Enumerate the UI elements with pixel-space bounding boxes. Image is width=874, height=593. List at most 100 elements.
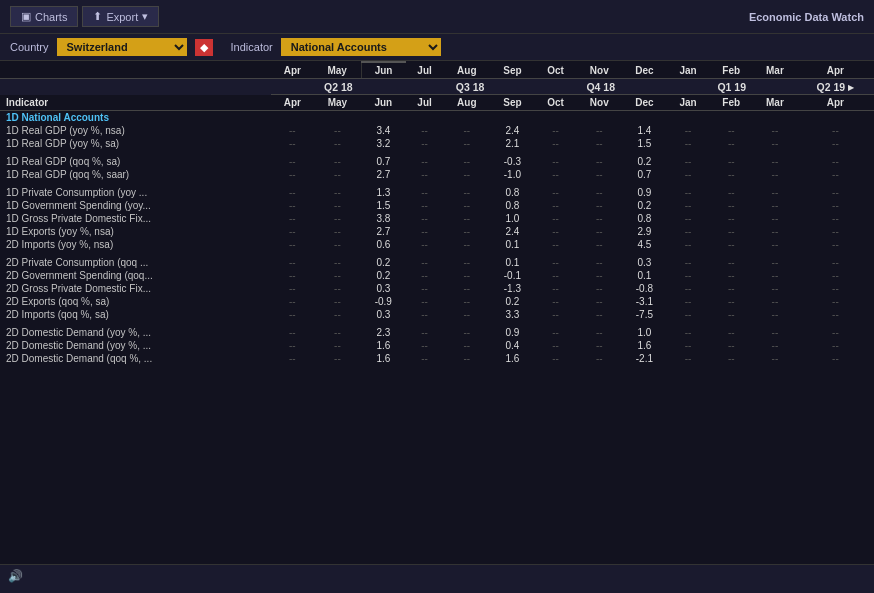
data-cell: 0.2 [622, 199, 667, 212]
feb-q1-header: Feb [709, 62, 753, 79]
data-cell: 3.2 [361, 137, 406, 150]
data-cell: -- [444, 212, 491, 225]
data-cell: -- [797, 282, 874, 295]
data-cell: 0.3 [361, 308, 406, 321]
table-row: 1D Real GDP (yoy %, sa)----3.2----2.1---… [0, 137, 874, 150]
export-icon: ⬆ [93, 10, 102, 23]
data-cell: -- [406, 282, 444, 295]
data-cell: -- [535, 212, 577, 225]
sep-th: Sep [490, 95, 535, 111]
data-cell: -- [667, 339, 710, 352]
data-cell: 0.6 [361, 238, 406, 251]
data-cell: -- [753, 124, 797, 137]
data-table-container: Apr May Q2 18Jun Jul Aug Sep Oct Nov Dec… [0, 61, 874, 564]
data-cell: -- [444, 238, 491, 251]
may-q2-header: May [314, 62, 361, 79]
indicator-label: Indicator [231, 41, 273, 53]
indicator-dropdown[interactable]: National Accounts [281, 38, 441, 56]
table-row: 1D Exports (yoy %, nsa)----2.7----2.4---… [0, 225, 874, 238]
data-cell: -- [667, 225, 710, 238]
data-cell: -- [444, 256, 491, 269]
data-cell: -- [314, 199, 361, 212]
table-row: 2D Exports (qoq %, sa)-----0.9----0.2---… [0, 295, 874, 308]
data-cell: -- [709, 186, 753, 199]
country-nav-button[interactable]: ◆ [195, 39, 213, 56]
data-cell: 2.1 [490, 137, 535, 150]
data-cell: -- [535, 168, 577, 181]
export-tab-label: Export [106, 11, 138, 23]
data-cell: -- [271, 155, 314, 168]
selector-bar: Country Switzerland ◆ Indicator National… [0, 34, 874, 61]
data-cell: -- [797, 238, 874, 251]
top-bar: ▣ Charts ⬆ Export ▾ Economic Data Watch [0, 0, 874, 34]
data-cell: -- [576, 326, 622, 339]
country-dropdown[interactable]: Switzerland [57, 38, 187, 56]
data-cell: -- [271, 326, 314, 339]
data-cell: -- [444, 168, 491, 181]
data-cell: -- [797, 186, 874, 199]
data-cell: -- [753, 212, 797, 225]
table-row: 1D Real GDP (qoq %, sa)----0.7-----0.3--… [0, 155, 874, 168]
data-cell: 2.7 [361, 168, 406, 181]
data-cell: -- [535, 282, 577, 295]
data-cell: -- [576, 308, 622, 321]
data-cell: -- [753, 326, 797, 339]
apr-q2-19-header: Apr [797, 62, 874, 79]
data-cell: -- [667, 352, 710, 365]
data-cell: -- [576, 155, 622, 168]
data-cell: -- [406, 124, 444, 137]
data-cell: 1.6 [361, 352, 406, 365]
data-cell: -- [535, 308, 577, 321]
data-cell: -- [576, 282, 622, 295]
data-cell: -- [271, 352, 314, 365]
data-cell: -- [797, 168, 874, 181]
data-cell: -- [314, 212, 361, 225]
data-cell: 0.2 [361, 269, 406, 282]
data-cell: -- [753, 155, 797, 168]
data-cell: 0.3 [361, 282, 406, 295]
data-cell: -- [797, 124, 874, 137]
data-cell: -- [753, 186, 797, 199]
charts-tab[interactable]: ▣ Charts [10, 6, 78, 27]
aug-th: Aug [444, 95, 491, 111]
mar-q1-header: Mar [753, 62, 797, 79]
data-cell [797, 111, 874, 125]
indicator-name: 1D Real GDP (yoy %, nsa) [0, 124, 271, 137]
table-row: 1D Real GDP (qoq %, saar)----2.7-----1.0… [0, 168, 874, 181]
data-cell: 3.8 [361, 212, 406, 225]
data-cell: -1.3 [490, 282, 535, 295]
data-cell: -- [271, 186, 314, 199]
data-cell: 0.1 [490, 238, 535, 251]
data-cell: 2.3 [361, 326, 406, 339]
data-cell: 1.3 [361, 186, 406, 199]
data-cell: -- [314, 137, 361, 150]
data-cell: -- [797, 295, 874, 308]
data-cell: 0.1 [622, 269, 667, 282]
data-cell: 1.6 [361, 339, 406, 352]
data-cell: -- [709, 295, 753, 308]
data-cell: -1.0 [490, 168, 535, 181]
table-row: 1D Gross Private Domestic Fix...----3.8-… [0, 212, 874, 225]
data-cell: -- [271, 199, 314, 212]
data-cell: -- [667, 282, 710, 295]
data-cell: -- [667, 269, 710, 282]
oct-th: Oct [535, 95, 577, 111]
data-cell: 1.6 [490, 352, 535, 365]
table-row: 2D Domestic Demand (qoq %, ...----1.6---… [0, 352, 874, 365]
country-label: Country [10, 41, 49, 53]
indicator-name: 1D Private Consumption (yoy ... [0, 186, 271, 199]
data-cell: -- [314, 339, 361, 352]
data-cell: -- [406, 326, 444, 339]
data-cell: -- [406, 155, 444, 168]
data-cell: -- [271, 124, 314, 137]
section-header-row: 1D National Accounts [0, 111, 874, 125]
indicator-name: 2D Domestic Demand (yoy %, ... [0, 339, 271, 352]
charts-tab-label: Charts [35, 11, 67, 23]
data-cell: 0.7 [361, 155, 406, 168]
data-cell: -- [535, 339, 577, 352]
data-cell: 3.4 [361, 124, 406, 137]
data-cell: -- [271, 308, 314, 321]
data-cell [361, 111, 406, 125]
export-tab[interactable]: ⬆ Export ▾ [82, 6, 159, 27]
dec-q4-header: Dec [622, 62, 667, 79]
